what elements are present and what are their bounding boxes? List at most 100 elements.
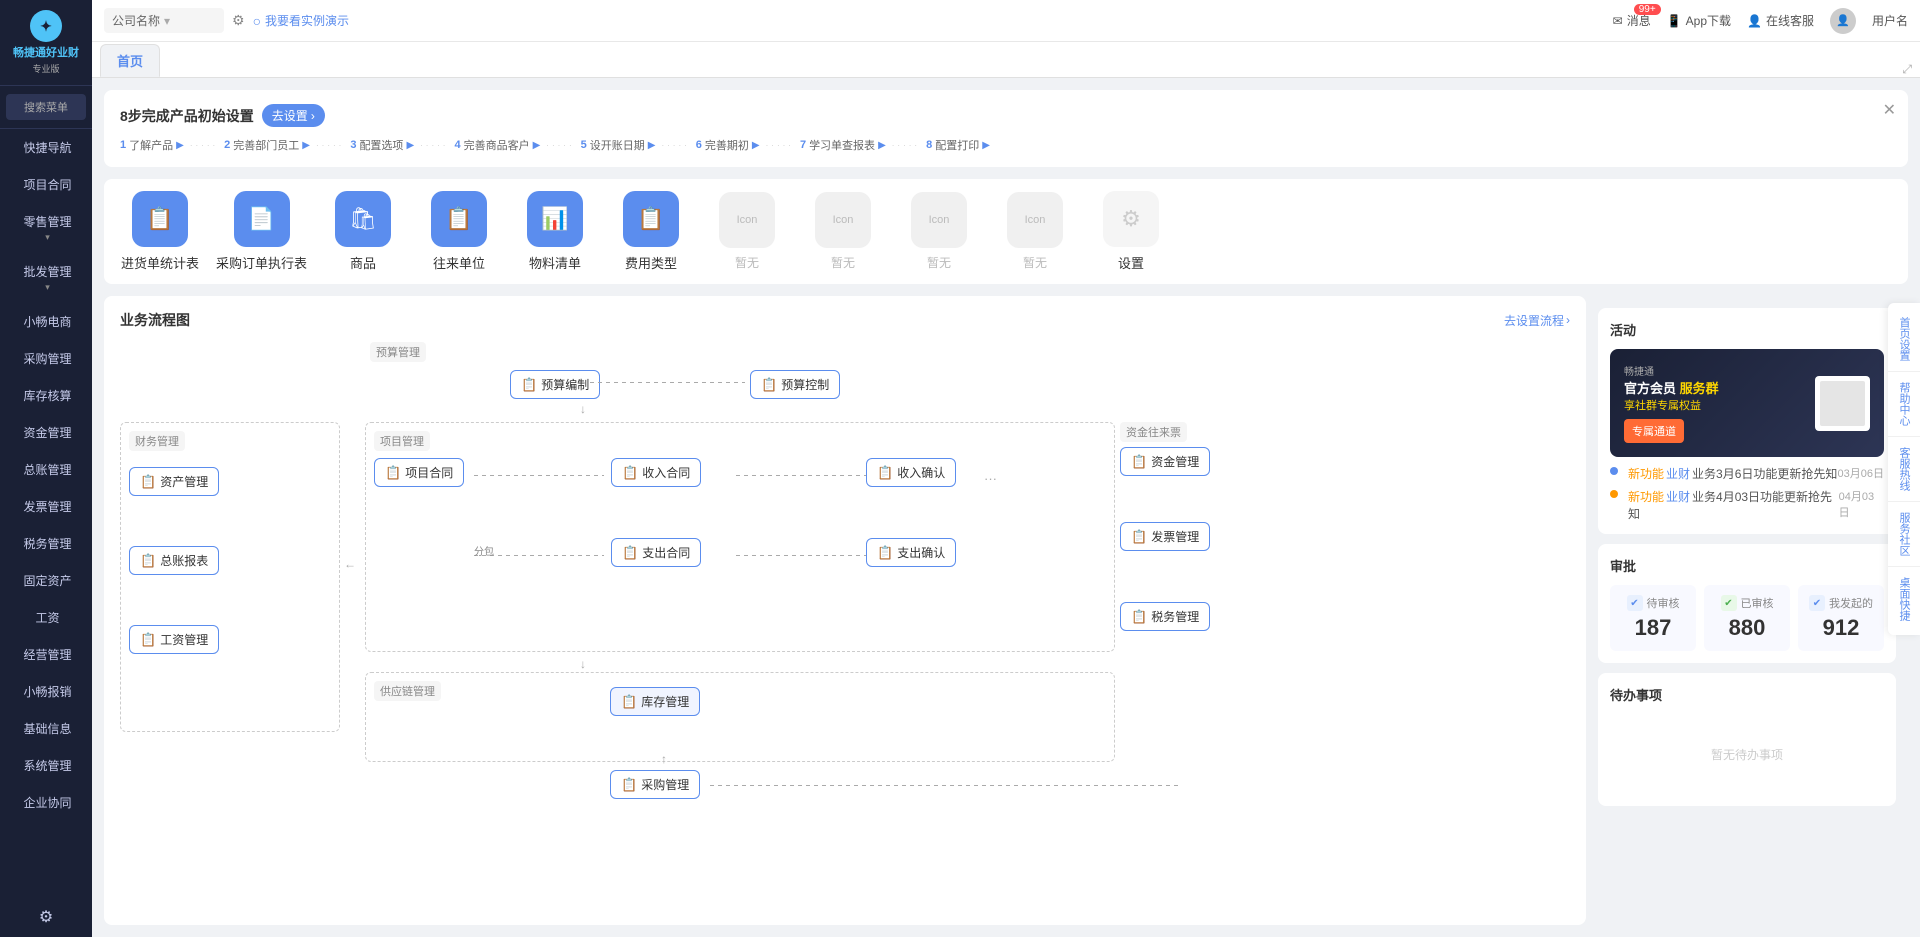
shortcut-placeholder3[interactable]: Icon 暂无 [899, 192, 979, 271]
shortcut-expense-type[interactable]: 📋 费用类型 [611, 191, 691, 272]
user-avatar[interactable]: 👤 [1830, 8, 1856, 34]
setup-close-button[interactable]: ✕ [1883, 100, 1896, 120]
step-num-3: 3 [350, 139, 356, 151]
asset-node[interactable]: 📋资产管理 [129, 467, 331, 496]
sidebar-item-retail[interactable]: 零售管理▾ [0, 203, 92, 253]
shortcut-placeholder4[interactable]: Icon 暂无 [995, 192, 1075, 271]
activity-join-button[interactable]: 专属通道 [1624, 419, 1684, 443]
tax-mgmt-node[interactable]: 📋税务管理 [1120, 602, 1210, 631]
tab-home[interactable]: 首页 [100, 44, 160, 77]
approval-stat-1[interactable]: ✔ 已审核 880 [1704, 585, 1790, 651]
sidebar-item-salary[interactable]: 工资 [0, 599, 92, 636]
shortcut-goods[interactable]: 🛍 商品 [323, 191, 403, 272]
online-service-button[interactable]: 👤 在线客服 [1747, 12, 1814, 29]
shortcut-icon-purchase-list: 📋 [132, 191, 188, 247]
inventory-icon: 📋 [621, 694, 637, 710]
shortcut-placeholder1[interactable]: Icon 暂无 [707, 192, 787, 271]
main-content: 8步完成产品初始设置 去设置 › ✕ 1了解产品▶·····2完善部门员工▶··… [92, 78, 1920, 937]
search-menu-button[interactable]: 搜索菜单 [6, 94, 86, 120]
setup-step-2: 2完善部门员工▶ [224, 137, 310, 153]
sidebar-settings-button[interactable]: ⚙ [0, 897, 92, 937]
setup-btn-label: 去设置 [272, 107, 308, 124]
todo-card: 待办事项 暂无待办事项 [1598, 673, 1896, 806]
sidebar-item-enterprise[interactable]: 企业协同 [0, 784, 92, 821]
sidebar-item-quick-nav[interactable]: 快捷导航 [0, 129, 92, 166]
app-download-label: App下载 [1686, 12, 1731, 29]
setup-goto-button[interactable]: 去设置 › [262, 104, 325, 127]
sidebar-item-general-ledger[interactable]: 总账管理 [0, 451, 92, 488]
app-download-button[interactable]: 📱 App下载 [1667, 12, 1731, 29]
approval-stat-2[interactable]: ✔ 我发起的 912 [1798, 585, 1884, 651]
approval-title: 审批 [1610, 556, 1884, 575]
demo-icon: ○ [253, 13, 261, 29]
step-separator-5: ····· [766, 141, 794, 150]
shortcut-purchase-list[interactable]: 📋 进货单统计表 [120, 191, 200, 272]
quicknav-home-nav[interactable]: 首页设置 [1888, 307, 1920, 372]
purchase-node[interactable]: 📋采购管理 [610, 770, 700, 799]
sidebar-item-operations[interactable]: 经营管理 [0, 636, 92, 673]
income-contract-node[interactable]: 📋收入合同 [611, 458, 701, 487]
capital-mgmt-node[interactable]: 📋资金管理 [1120, 447, 1210, 476]
sidebar-item-project-contract[interactable]: 项目合同 [0, 166, 92, 203]
sidebar-item-system[interactable]: 系统管理 [0, 747, 92, 784]
salary-node[interactable]: 📋工资管理 [129, 625, 331, 654]
sidebar-item-fixed-assets[interactable]: 固定资产 [0, 562, 92, 599]
sidebar-item-tax[interactable]: 税务管理 [0, 525, 92, 562]
sidebar-item-wholesale[interactable]: 批发管理▾ [0, 253, 92, 303]
step-play-2: ▶ [302, 140, 310, 151]
capital-group-label: 资金往来票 [1120, 422, 1187, 442]
expense-contract-node[interactable]: 📋支出合同 [611, 538, 701, 567]
shortcut-material-list[interactable]: 📊 物料清单 [515, 191, 595, 272]
inventory-node[interactable]: 📋库存管理 [610, 687, 700, 716]
arrow-up-1: ↑ [661, 752, 667, 766]
sidebar-item-invoice[interactable]: 发票管理 [0, 488, 92, 525]
content-area: 8步完成产品初始设置 去设置 › ✕ 1了解产品▶·····2完善部门员工▶··… [92, 78, 1920, 937]
quicknav-help-nav[interactable]: 帮助中心 [1888, 372, 1920, 437]
quicknav-desktop-nav[interactable]: 桌面快捷 [1888, 567, 1920, 631]
purchase-icon: 📋 [621, 777, 637, 793]
expand-button[interactable]: ⤢ [1902, 62, 1920, 77]
demo-link[interactable]: ○ 我要看实例演示 [253, 12, 349, 29]
flow-config-button[interactable]: 去设置流程 › [1504, 312, 1570, 329]
sidebar-item-inventory[interactable]: 库存核算 [0, 377, 92, 414]
shortcut-partner[interactable]: 📋 往来单位 [419, 191, 499, 272]
shortcut-purchase-order[interactable]: 📄 采购订单执行表 [216, 191, 307, 272]
step-num-8: 8 [926, 139, 932, 151]
ellipsis-1: ··· [984, 471, 997, 486]
quicknav-service-nav[interactable]: 客服热线 [1888, 437, 1920, 502]
approval-stat-0[interactable]: ✔ 待审核 187 [1610, 585, 1696, 651]
project-line-1 [474, 475, 604, 476]
quicknav-community-nav[interactable]: 服务社区 [1888, 502, 1920, 567]
service-icon: 👤 [1747, 14, 1762, 28]
sidebar-item-expense[interactable]: 小畅报销 [0, 673, 92, 710]
project-contract-node[interactable]: 📋项目合同 [374, 458, 464, 487]
income-confirm-node[interactable]: 📋收入确认 [866, 458, 956, 487]
step-play-8: ▶ [982, 140, 990, 151]
shortcut-placeholder2[interactable]: Icon 暂无 [803, 192, 883, 271]
logo-sub: 专业版 [32, 62, 59, 75]
company-selector[interactable]: 公司名称 ▾ [104, 8, 224, 33]
sidebar-search-container[interactable]: 搜索菜单 [0, 86, 92, 129]
stat-value-0: 187 [1616, 615, 1690, 641]
sidebar-item-basic[interactable]: 基础信息 [0, 710, 92, 747]
shortcut-icon-settings-shortcut: ⚙ [1103, 191, 1159, 247]
budget-ctrl-node[interactable]: 📋预算控制 [750, 370, 840, 399]
topbar-settings-icon[interactable]: ⚙ [232, 12, 245, 29]
tax-icon: 📋 [1131, 609, 1147, 625]
setup-btn-arrow: › [311, 109, 315, 123]
news-item-1[interactable]: 新功能业财业务4月03日功能更新抢先知 04月03日 [1610, 488, 1884, 522]
shortcut-settings-shortcut[interactable]: ⚙ 设置 [1091, 191, 1171, 272]
expense-confirm-node[interactable]: 📋支出确认 [866, 538, 956, 567]
news-tag-1: 新功能业财业务4月03日功能更新抢先知 [1628, 488, 1839, 522]
ledger-node[interactable]: 📋总账报表 [129, 546, 331, 575]
sidebar-item-finance[interactable]: 资金管理 [0, 414, 92, 451]
invoice-mgmt-node[interactable]: 📋发票管理 [1120, 522, 1210, 551]
expand-arrow-icon: ▾ [45, 232, 50, 243]
sidebar-item-purchase[interactable]: 采购管理 [0, 340, 92, 377]
sidebar-item-ecommerce[interactable]: 小畅电商 [0, 303, 92, 340]
message-button[interactable]: ✉ 消息 99+ [1613, 12, 1651, 29]
news-item-0[interactable]: 新功能业财业务3月6日功能更新抢先知 03月06日 [1610, 465, 1884, 482]
budget-control-node[interactable]: 📋预算编制 [510, 370, 600, 399]
step-label-5: 设开账日期 [590, 137, 645, 153]
main-container: 公司名称 ▾ ⚙ ○ 我要看实例演示 ✉ 消息 99+ 📱 App下载 👤 在线… [92, 0, 1920, 937]
